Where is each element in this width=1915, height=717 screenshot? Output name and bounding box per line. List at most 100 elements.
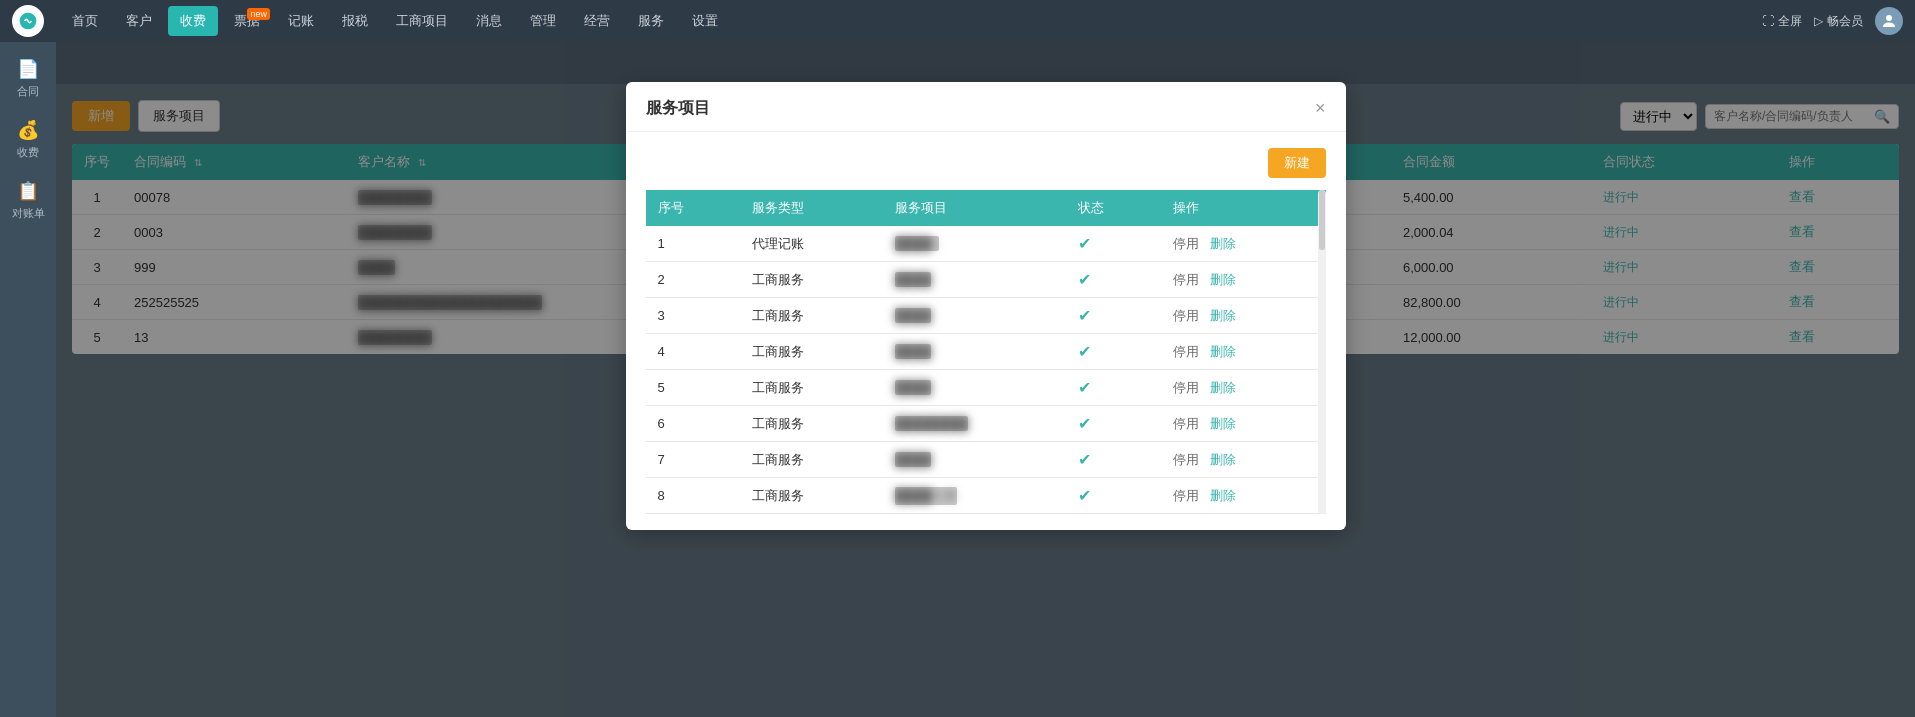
modal-table-row: 2 工商服务 ████ ✔ 停用 删除 xyxy=(646,262,1326,298)
status-check-icon: ✔ xyxy=(1078,379,1091,396)
modal-cell-seq: 3 xyxy=(646,298,740,334)
nav-service[interactable]: 服务 xyxy=(626,6,676,36)
new-badge: new xyxy=(247,8,270,20)
fullscreen-icon: ⛶ xyxy=(1762,14,1774,28)
modal-cell-item: ████ xyxy=(883,298,1067,334)
svg-point-1 xyxy=(1886,15,1892,21)
nav-home[interactable]: 首页 xyxy=(60,6,110,36)
modal-cell-item: ████ xyxy=(883,334,1067,370)
nav-tax[interactable]: 报税 xyxy=(330,6,380,36)
stop-button[interactable]: 停用 xyxy=(1173,236,1199,251)
status-check-icon: ✔ xyxy=(1078,271,1091,288)
service-table: 序号 服务类型 服务项目 状态 操作 1 代理记账 ████1 ✔ 停用 删除 xyxy=(646,190,1326,514)
stop-button[interactable]: 停用 xyxy=(1173,488,1199,503)
modal-col-status: 状态 xyxy=(1066,190,1160,226)
modal-cell-status: ✔ xyxy=(1066,406,1160,442)
delete-button[interactable]: 删除 xyxy=(1210,488,1236,503)
contract-icon: 📄 xyxy=(17,58,39,80)
modal-cell-seq: 7 xyxy=(646,442,740,478)
stop-button[interactable]: 停用 xyxy=(1173,344,1199,359)
main-content: 新增 服务项目 进行中 全部 已结束 🔍 序号 合同编码 ⇅ 客户名称 ⇅ 服务… xyxy=(56,84,1915,717)
modal-body: 新建 序号 服务类型 服务项目 状态 操作 xyxy=(626,132,1346,530)
modal-new-button[interactable]: 新建 xyxy=(1268,148,1326,178)
modal-table-row: 8 工商服务 ████注册 ✔ 停用 删除 xyxy=(646,478,1326,514)
modal-cell-item: ████ xyxy=(883,262,1067,298)
modal-cell-status: ✔ xyxy=(1066,478,1160,514)
modal-cell-seq: 8 xyxy=(646,478,740,514)
modal-cell-seq: 6 xyxy=(646,406,740,442)
stop-button[interactable]: 停用 xyxy=(1173,308,1199,323)
nav-menu: 首页 客户 收费 票据 new 记账 报税 工商项目 消息 管理 经营 服务 设… xyxy=(60,6,1762,36)
modal-toolbar: 新建 xyxy=(646,148,1326,178)
modal-col-type: 服务类型 xyxy=(740,190,883,226)
modal-cell-actions: 停用 删除 xyxy=(1161,478,1326,514)
delete-button[interactable]: 删除 xyxy=(1210,272,1236,287)
nav-fee[interactable]: 收费 xyxy=(168,6,218,36)
sidebar-item-fee[interactable]: 💰 收费 xyxy=(3,111,53,168)
modal-cell-actions: 停用 删除 xyxy=(1161,370,1326,406)
modal-cell-item: ████████ xyxy=(883,406,1067,442)
modal-table-row: 1 代理记账 ████1 ✔ 停用 删除 xyxy=(646,226,1326,262)
sidebar-item-reconciliation[interactable]: 📋 对账单 xyxy=(3,172,53,229)
modal-overlay: 服务项目 × 新建 序号 服务类型 服务项目 状态 xyxy=(56,42,1915,717)
modal-cell-item: ████注册 xyxy=(883,478,1067,514)
modal-cell-type: 工商服务 xyxy=(740,442,883,478)
modal-cell-type: 代理记账 xyxy=(740,226,883,262)
delete-button[interactable]: 删除 xyxy=(1210,308,1236,323)
modal-table-row: 5 工商服务 ████ ✔ 停用 删除 xyxy=(646,370,1326,406)
nav-industry[interactable]: 工商项目 xyxy=(384,6,460,36)
nav-message[interactable]: 消息 xyxy=(464,6,514,36)
modal-table-row: 3 工商服务 ████ ✔ 停用 删除 xyxy=(646,298,1326,334)
modal-title: 服务项目 xyxy=(646,98,710,119)
modal-cell-type: 工商服务 xyxy=(740,262,883,298)
scrollbar-thumb xyxy=(1319,190,1325,250)
nav-invoice[interactable]: 票据 new xyxy=(222,6,272,36)
nav-customer[interactable]: 客户 xyxy=(114,6,164,36)
stop-button[interactable]: 停用 xyxy=(1173,380,1199,395)
modal-cell-actions: 停用 删除 xyxy=(1161,334,1326,370)
service-items-modal: 服务项目 × 新建 序号 服务类型 服务项目 状态 xyxy=(626,82,1346,530)
status-check-icon: ✔ xyxy=(1078,487,1091,504)
stop-button[interactable]: 停用 xyxy=(1173,416,1199,431)
sidebar-item-contract[interactable]: 📄 合同 xyxy=(3,50,53,107)
sidebar-label-reconciliation: 对账单 xyxy=(12,206,45,221)
delete-button[interactable]: 删除 xyxy=(1210,416,1236,431)
modal-table-row: 4 工商服务 ████ ✔ 停用 删除 xyxy=(646,334,1326,370)
status-check-icon: ✔ xyxy=(1078,343,1091,360)
nav-settings[interactable]: 设置 xyxy=(680,6,730,36)
modal-cell-seq: 4 xyxy=(646,334,740,370)
modal-cell-type: 工商服务 xyxy=(740,334,883,370)
modal-cell-status: ✔ xyxy=(1066,262,1160,298)
nav-bookkeeping[interactable]: 记账 xyxy=(276,6,326,36)
nav-operation[interactable]: 经营 xyxy=(572,6,622,36)
modal-cell-type: 工商服务 xyxy=(740,370,883,406)
fullscreen-button[interactable]: ⛶ 全屏 xyxy=(1762,13,1802,30)
sidebar-label-fee: 收费 xyxy=(17,145,39,160)
modal-cell-seq: 2 xyxy=(646,262,740,298)
modal-cell-status: ✔ xyxy=(1066,226,1160,262)
sidebar-label-contract: 合同 xyxy=(17,84,39,99)
modal-close-button[interactable]: × xyxy=(1315,98,1326,119)
nav-manage[interactable]: 管理 xyxy=(518,6,568,36)
reconciliation-icon: 📋 xyxy=(17,180,39,202)
modal-cell-actions: 停用 删除 xyxy=(1161,406,1326,442)
delete-button[interactable]: 删除 xyxy=(1210,452,1236,467)
modal-cell-seq: 1 xyxy=(646,226,740,262)
modal-cell-status: ✔ xyxy=(1066,298,1160,334)
modal-cell-actions: 停用 删除 xyxy=(1161,442,1326,478)
vip-button[interactable]: ▷ 畅会员 xyxy=(1814,13,1863,30)
fee-icon: 💰 xyxy=(17,119,39,141)
modal-scrollbar[interactable] xyxy=(1318,190,1326,514)
stop-button[interactable]: 停用 xyxy=(1173,272,1199,287)
modal-header: 服务项目 × xyxy=(626,82,1346,132)
vip-icon: ▷ xyxy=(1814,14,1823,28)
modal-cell-item: ████ xyxy=(883,442,1067,478)
stop-button[interactable]: 停用 xyxy=(1173,452,1199,467)
delete-button[interactable]: 删除 xyxy=(1210,344,1236,359)
top-nav-right: ⛶ 全屏 ▷ 畅会员 xyxy=(1762,7,1903,35)
delete-button[interactable]: 删除 xyxy=(1210,236,1236,251)
user-avatar[interactable] xyxy=(1875,7,1903,35)
modal-cell-type: 工商服务 xyxy=(740,406,883,442)
modal-table-row: 7 工商服务 ████ ✔ 停用 删除 xyxy=(646,442,1326,478)
delete-button[interactable]: 删除 xyxy=(1210,380,1236,395)
